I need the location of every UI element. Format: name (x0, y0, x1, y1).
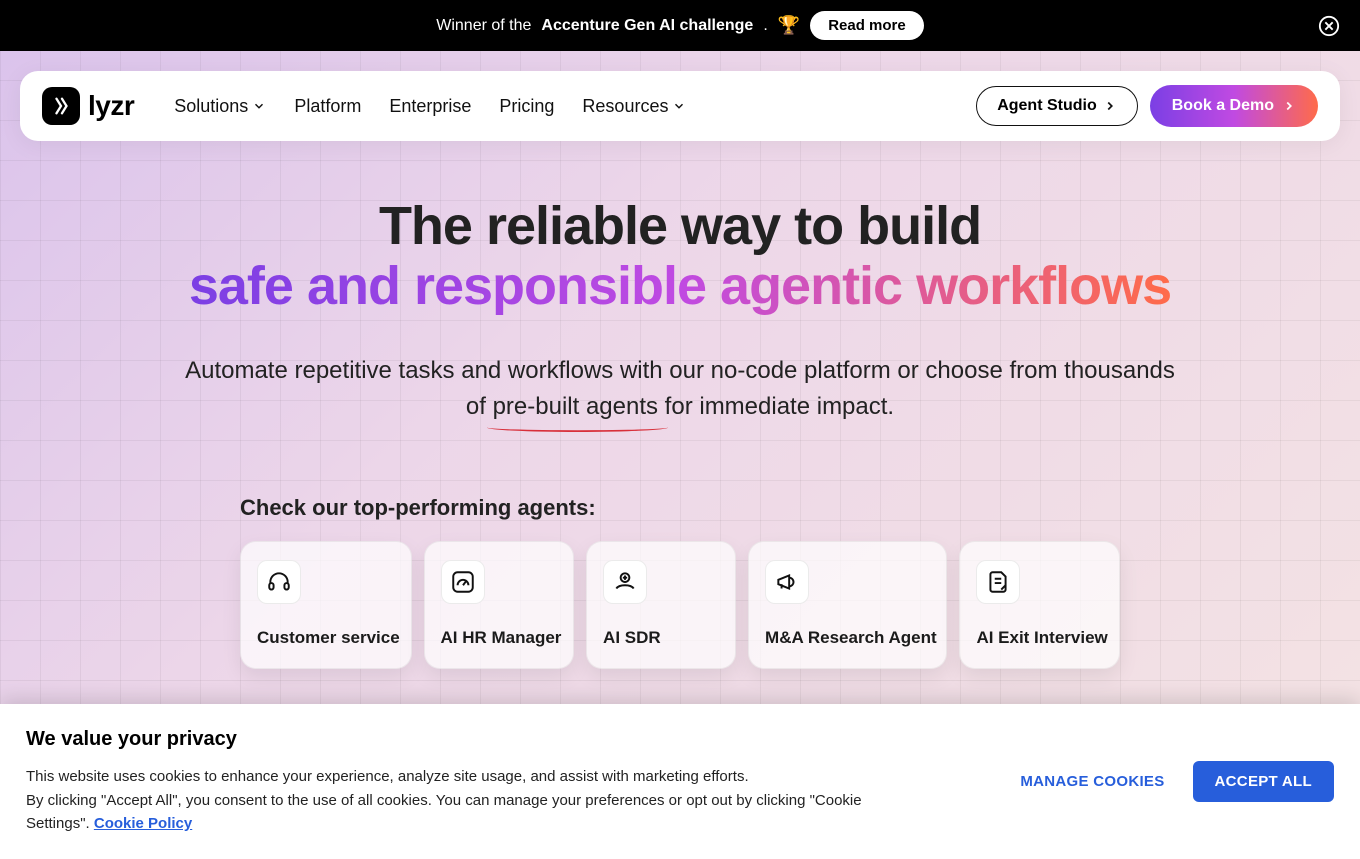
brand-name: lyzr (88, 90, 134, 122)
agents-title: Check our top-performing agents: (240, 495, 1120, 521)
hero: The reliable way to build safe and respo… (0, 196, 1360, 753)
chevron-right-icon (1282, 99, 1296, 113)
agent-card-ma-research[interactable]: M&A Research Agent (748, 541, 947, 669)
hero-subtitle: Automate repetitive tasks and workflows … (180, 353, 1180, 425)
book-demo-label: Book a Demo (1172, 97, 1274, 115)
hero-line2: safe and responsible agentic workflows (189, 256, 1171, 316)
agents-row: Customer service AI HR Manager AI SDR (240, 541, 1120, 669)
agent-card-exit-interview[interactable]: AI Exit Interview (959, 541, 1120, 669)
megaphone-icon (765, 560, 809, 604)
agent-label: AI Exit Interview (976, 628, 1103, 648)
hand-coin-icon (603, 560, 647, 604)
cookie-title: We value your privacy (26, 728, 980, 751)
announcement-banner: Winner of the Accenture Gen AI challenge… (0, 0, 1360, 51)
trophy-icon: 🏆 (778, 15, 800, 36)
agent-label: AI SDR (603, 628, 719, 648)
cookie-policy-link[interactable]: Cookie Policy (94, 815, 192, 832)
nav-solutions[interactable]: Solutions (174, 96, 266, 117)
close-icon (1318, 15, 1340, 37)
nav-resources[interactable]: Resources (582, 96, 686, 117)
hero-line1: The reliable way to build (379, 196, 981, 256)
cookie-text-1: This website uses cookies to enhance you… (26, 768, 749, 785)
hero-headline: The reliable way to build safe and respo… (80, 196, 1280, 317)
logo-mark-icon (42, 87, 80, 125)
book-demo-button[interactable]: Book a Demo (1150, 85, 1318, 127)
document-edit-icon (976, 560, 1020, 604)
nav-enterprise[interactable]: Enterprise (389, 96, 471, 117)
manage-cookies-button[interactable]: MANAGE COOKIES (1020, 773, 1164, 790)
chevron-down-icon (252, 99, 266, 113)
agent-label: Customer service (257, 628, 395, 648)
accept-all-button[interactable]: ACCEPT ALL (1193, 761, 1334, 802)
cookie-banner: We value your privacy This website uses … (0, 704, 1360, 859)
agent-label: AI HR Manager (441, 628, 558, 648)
navbar: lyzr Solutions Platform Enterprise Prici… (20, 71, 1340, 141)
nav-resources-label: Resources (582, 96, 668, 117)
agent-card-customer-service[interactable]: Customer service (240, 541, 412, 669)
banner-prefix: Winner of the (436, 17, 531, 35)
agent-studio-button[interactable]: Agent Studio (976, 86, 1138, 126)
agent-label: M&A Research Agent (765, 628, 930, 648)
nav-pricing[interactable]: Pricing (499, 96, 554, 117)
read-more-button[interactable]: Read more (810, 11, 924, 40)
hero-sub-post: for immediate impact. (658, 393, 894, 420)
hero-sub-underline: pre-built agents (493, 389, 658, 425)
nav-platform[interactable]: Platform (294, 96, 361, 117)
agent-card-sdr[interactable]: AI SDR (586, 541, 736, 669)
agent-card-hr-manager[interactable]: AI HR Manager (424, 541, 575, 669)
brand-logo[interactable]: lyzr (42, 87, 134, 125)
banner-suffix: . (763, 17, 767, 35)
banner-highlight: Accenture Gen AI challenge (541, 17, 753, 35)
chevron-right-icon (1103, 99, 1117, 113)
close-banner-button[interactable] (1318, 15, 1340, 37)
headset-icon (257, 560, 301, 604)
chevron-down-icon (672, 99, 686, 113)
gauge-icon (441, 560, 485, 604)
agent-studio-label: Agent Studio (997, 97, 1097, 115)
nav-solutions-label: Solutions (174, 96, 248, 117)
